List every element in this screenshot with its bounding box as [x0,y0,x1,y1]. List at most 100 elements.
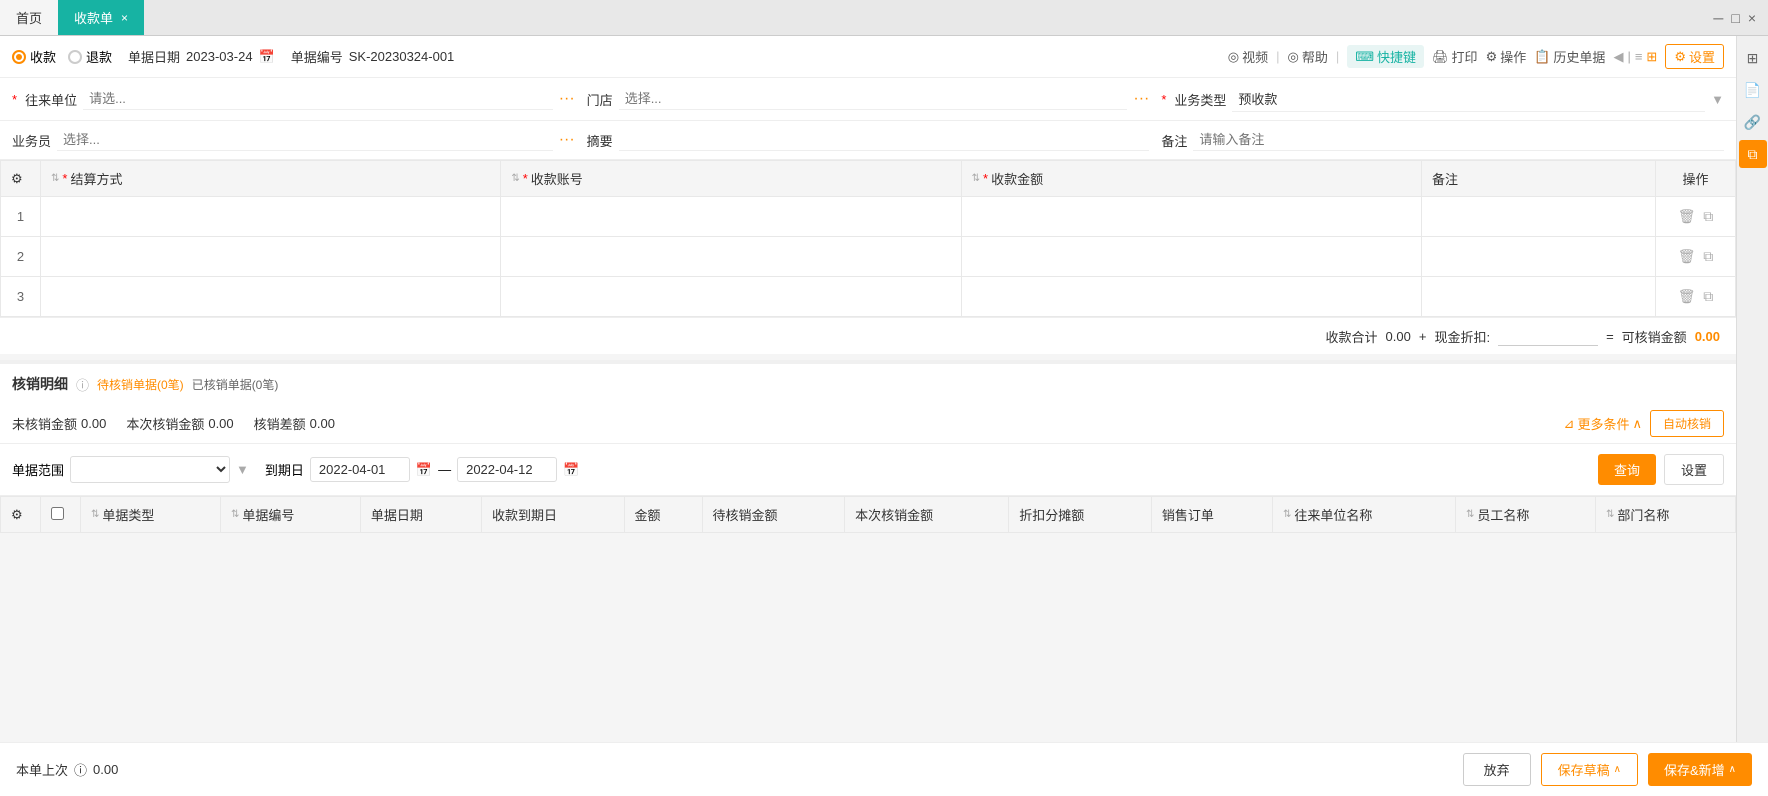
help-btn[interactable]: ◎ 帮助 [1288,47,1328,66]
calendar-to-icon[interactable]: 📅 [563,462,579,478]
prev-icon[interactable]: ◀ [1613,49,1623,65]
copy-icon-3[interactable]: ⧉ [1703,288,1713,304]
print-btn[interactable]: 🖨 打印 [1432,47,1478,66]
delete-icon-2[interactable]: 🗑 [1678,248,1696,264]
filter-icon: ⊿ [1564,416,1575,432]
row-3-amount[interactable] [961,277,1421,317]
history-icon: 📋 [1534,49,1550,65]
staff-more-icon[interactable]: ··· [559,131,575,149]
bottom-th-checkbox[interactable] [41,497,81,533]
number-label: 单据编号 [291,47,343,66]
counterpart-more-icon[interactable]: ··· [559,90,575,108]
th-gear[interactable]: ⚙ [1,161,41,197]
discard-btn[interactable]: 放弃 [1463,753,1531,786]
staff-input[interactable] [57,129,553,151]
staff-field: 业务员 ··· [12,129,575,151]
history-btn[interactable]: 📋 历史单据 [1534,47,1605,66]
more-cond-label: 更多条件 [1577,414,1629,433]
pending-tab[interactable]: 待核销单据(0笔) [97,376,184,393]
radio-dot-tuikuan [68,50,82,64]
row-1-notes[interactable] [1421,197,1655,237]
tab-close-icon[interactable]: × [121,11,128,25]
right-panel-icon-4[interactable]: ⧉ [1739,140,1767,168]
list-icon[interactable]: ≡ [1635,49,1643,64]
range-arrow: ▼ [236,462,249,477]
radio-group: 收款 退款 [12,47,112,66]
row-2-account[interactable] [501,237,961,277]
radio-dot-shoukuan [12,50,26,64]
row-2-settlement[interactable] [41,237,501,277]
operations-btn[interactable]: ⚙ 操作 [1486,47,1527,66]
row-2-amount[interactable] [961,237,1421,277]
calendar-from-icon[interactable]: 📅 [416,462,432,478]
summary-input[interactable] [619,129,1150,151]
minimize-icon[interactable]: ─ [1713,10,1723,26]
table-section: ⚙ ⇅ * 结算方式 ⇅ * [0,160,1736,354]
range-field: 单据范围 ▼ [12,456,249,483]
maximize-icon[interactable]: □ [1731,10,1739,26]
radio-shoukuan[interactable]: 收款 [12,47,56,66]
query-btn[interactable]: 查询 [1598,454,1656,485]
radio-tuikuan[interactable]: 退款 [68,47,112,66]
more-conditions-btn[interactable]: ⊿ 更多条件 ∧ [1564,414,1642,433]
filter-settings-btn[interactable]: 设置 [1664,454,1724,485]
copy-icon-1[interactable]: ⧉ [1703,208,1713,224]
row-1-settlement[interactable] [41,197,501,237]
notes-input[interactable] [1193,129,1724,151]
bottom-th-dept: ⇅ 部门名称 [1595,497,1735,533]
calendar-icon[interactable]: 📅 [259,49,275,65]
row-num-2: 2 [1,237,41,277]
store-more-icon[interactable]: ··· [1133,90,1149,108]
copy-icon-2[interactable]: ⧉ [1703,248,1713,264]
bottom-th-gear[interactable]: ⚙ [1,497,41,533]
row-3-ops: 🗑 ⧉ [1656,277,1736,317]
counterpart-input[interactable] [83,88,553,110]
delete-icon-3[interactable]: 🗑 [1678,288,1696,304]
table-wrapper: ⚙ ⇅ * 结算方式 ⇅ * [0,160,1736,317]
video-icon: ◎ [1228,49,1239,65]
stats-row: 未核销金额 0.00 本次核销金额 0.00 核销差额 0.00 ⊿ 更多条件 … [0,404,1736,444]
main-content: 收款 退款 单据日期 2023-03-24 📅 单据编号 SK-20230324… [0,36,1736,533]
auto-verify-btn[interactable]: 自动核销 [1650,410,1724,437]
date-from-input[interactable] [310,457,410,482]
tab-home[interactable]: 首页 [0,0,58,35]
save-new-btn[interactable]: 保存&新增 ∧ [1648,753,1752,786]
current-verify: 本次核销金额 0.00 [126,414,233,433]
bottom-th-number: ⇅ 单据编号 [220,497,360,533]
row-3-settlement[interactable] [41,277,501,317]
window-close-icon[interactable]: × [1748,10,1756,26]
help-label: 帮助 [1302,47,1328,66]
discount-input[interactable] [1498,326,1598,346]
footer-info-icon[interactable]: ⓘ [74,760,87,779]
row-1-amount[interactable] [961,197,1421,237]
save-draft-label: 保存草稿 [1558,760,1610,779]
nav-divider: | [1627,49,1630,64]
row-3-account[interactable] [501,277,961,317]
video-btn[interactable]: ◎ 视频 [1228,47,1268,66]
settings-btn[interactable]: ⚙ 设置 [1665,44,1724,69]
total-value: 0.00 [1386,329,1411,344]
select-all-checkbox[interactable] [51,507,64,520]
grid-icon[interactable]: ⊞ [1646,49,1657,65]
verified-tab[interactable]: 已核销单据(0笔) [192,376,279,393]
business-type-arrow[interactable]: ▼ [1711,92,1724,107]
shortcut-btn[interactable]: ⌨ 快捷键 [1347,45,1424,68]
row-3-notes[interactable] [1421,277,1655,317]
operations-icon: ⚙ [1486,49,1498,65]
delete-icon-1[interactable]: 🗑 [1678,208,1696,224]
shortcut-icon: ⌨ [1355,49,1374,65]
right-panel-icon-1[interactable]: ⊞ [1739,44,1767,72]
store-input[interactable] [619,88,1128,110]
row-2-notes[interactable] [1421,237,1655,277]
date-to-input[interactable] [457,457,557,482]
net-label: 可核销金额 [1622,327,1687,346]
range-select[interactable] [70,456,230,483]
notes-label: 备注 [1161,131,1187,150]
info-icon[interactable]: ⓘ [76,375,89,394]
save-draft-btn[interactable]: 保存草稿 ∧ [1541,753,1638,786]
right-panel-icon-2[interactable]: 📄 [1739,76,1767,104]
col-required-2: * [523,171,528,186]
tab-active[interactable]: 收款单 × [58,0,144,35]
right-panel-icon-3[interactable]: 🔗 [1739,108,1767,136]
row-1-account[interactable] [501,197,961,237]
